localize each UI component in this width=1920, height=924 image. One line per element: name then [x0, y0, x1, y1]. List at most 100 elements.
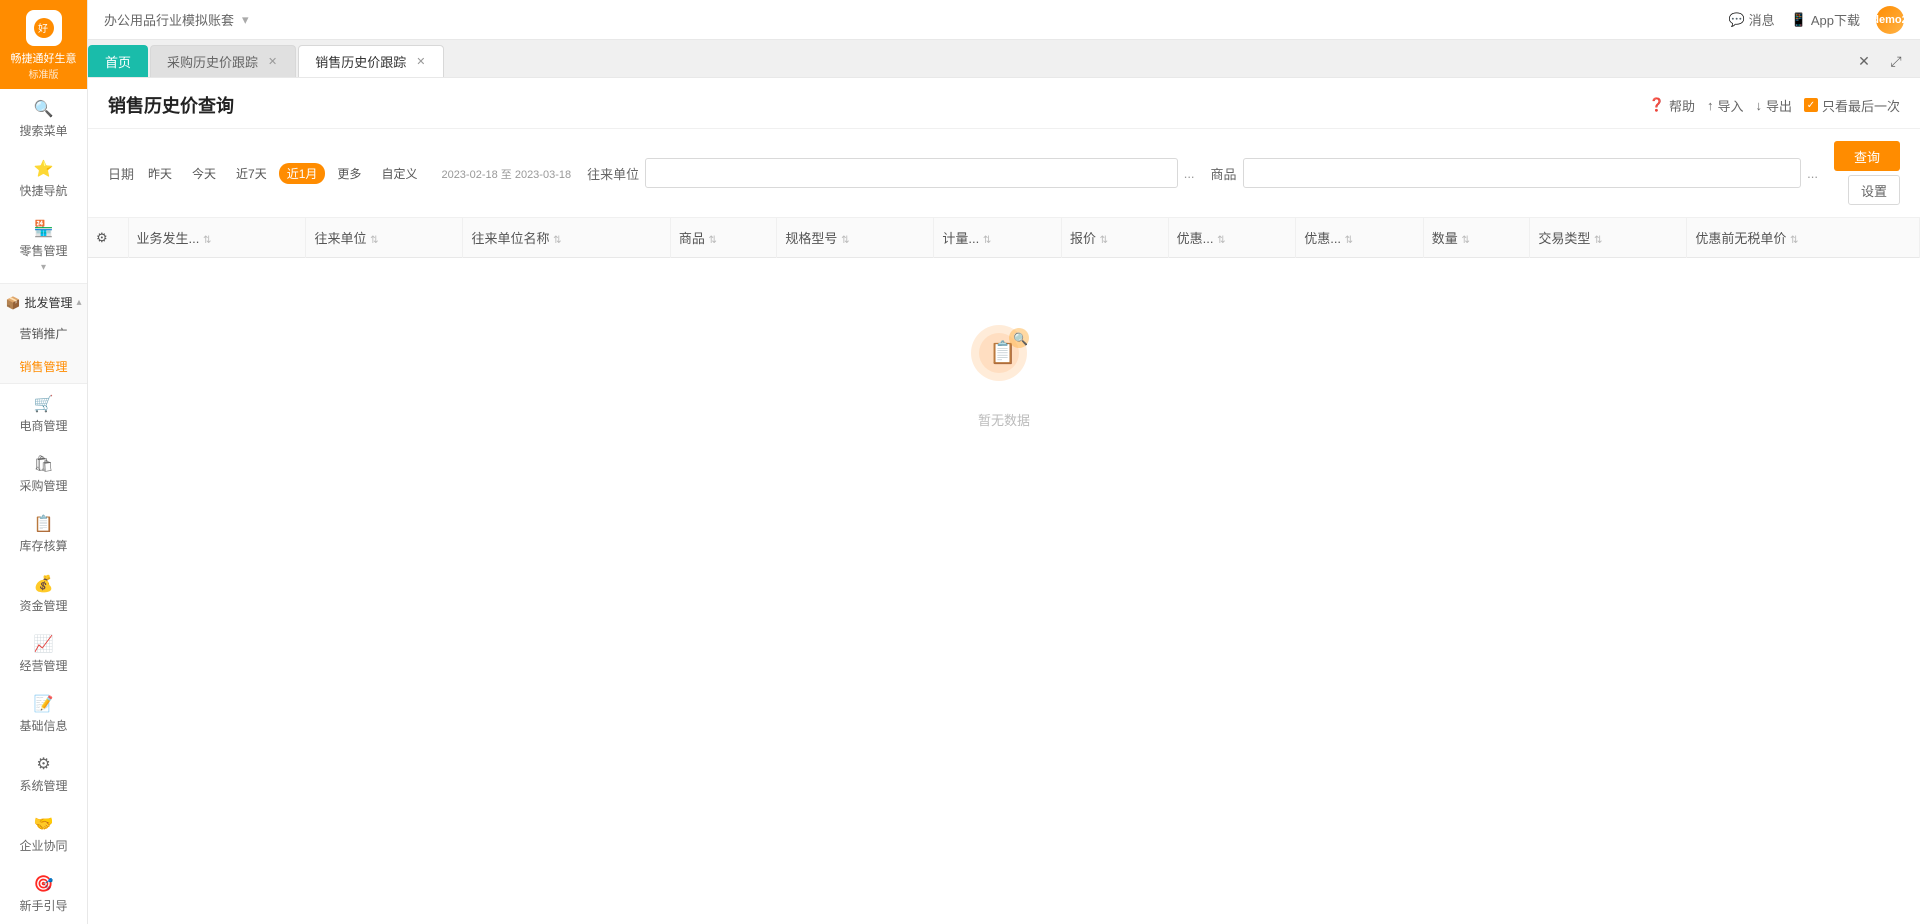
sidebar-item-label: 新手引导 [19, 897, 67, 914]
tab-bar: 首页 采购历史价跟踪 ✕ 销售历史价跟踪 ✕ ✕ ⤢ [88, 40, 1920, 78]
sidebar-item-label: 采购管理 [19, 477, 67, 494]
data-table: ⚙ 业务发生... ⇅ 往来单位 ⇅ 往来单位名称 ⇅ [88, 218, 1920, 258]
product-ellipsis[interactable]: ... [1807, 166, 1818, 181]
sort-qty[interactable]: ⇅ [1461, 235, 1469, 246]
workspace-dropdown-icon[interactable]: ▾ [242, 12, 249, 28]
sort-discount1[interactable]: ⇅ [1217, 235, 1225, 246]
tab-sales-label: 销售历史价跟踪 [315, 52, 406, 71]
sidebar-item-label: 企业协同 [19, 837, 67, 854]
sidebar-item-ecommerce[interactable]: 🛒 电商管理 [0, 384, 87, 444]
only-last-label: 只看最后一次 [1822, 96, 1900, 115]
only-last-checkbox[interactable]: ✓ 只看最后一次 [1804, 96, 1900, 115]
sidebar: 好 畅捷通好生意 标准版 🔍 搜索菜单 ⭐ 快捷导航 🏪 零售管理 ▾ 📦 批发… [0, 0, 88, 924]
date-pills: 昨天 今天 近7天 近1月 更多 自定义 [140, 163, 425, 184]
avatar[interactable]: demo2 [1876, 6, 1904, 34]
sidebar-item-basic[interactable]: 📝 基础信息 [0, 684, 87, 744]
tab-purchase-close[interactable]: ✕ [266, 53, 279, 70]
partner-label: 往来单位 [587, 164, 639, 183]
workspace-selector: 办公用品行业模拟账套 ▾ [104, 10, 249, 29]
sort-trade-type[interactable]: ⇅ [1594, 235, 1602, 246]
sidebar-item-shortcuts[interactable]: ⭐ 快捷导航 [0, 149, 87, 209]
product-input[interactable] [1243, 158, 1802, 188]
tab-home-label: 首页 [105, 52, 131, 71]
sidebar-item-wholesale[interactable]: 📦 批发管理 ▴ [0, 284, 87, 317]
app-download-label: App下载 [1811, 10, 1860, 29]
sidebar-item-label: 快捷导航 [19, 182, 67, 199]
col-biz-date: 业务发生... ⇅ [128, 218, 306, 258]
partner-input[interactable] [645, 158, 1178, 188]
sidebar-item-sales-mgmt[interactable]: 销售管理 [0, 350, 87, 383]
sort-biz-date[interactable]: ⇅ [203, 235, 211, 246]
sort-pre-tax[interactable]: ⇅ [1790, 235, 1798, 246]
tab-sales-close[interactable]: ✕ [414, 53, 427, 70]
export-btn[interactable]: ↓ 导出 [1755, 96, 1792, 115]
help-label: 帮助 [1669, 96, 1695, 115]
sidebar-item-enterprise[interactable]: 🤝 企业协同 [0, 804, 87, 864]
col-pre-tax-label: 优惠前无税单价 [1695, 231, 1786, 246]
partner-filter-group: 往来单位 ... [587, 158, 1194, 188]
top-header: 办公用品行业模拟账套 ▾ 💬 消息 📱 App下载 demo2 [88, 0, 1920, 40]
app-name: 畅捷通好生意 [11, 50, 77, 66]
tab-home[interactable]: 首页 [88, 45, 148, 77]
operations-icon: 📈 [34, 634, 54, 654]
date-month1[interactable]: 近1月 [279, 163, 326, 184]
sidebar-item-operations[interactable]: 📈 经营管理 [0, 624, 87, 684]
date-today[interactable]: 今天 [184, 163, 224, 184]
tab-sales[interactable]: 销售历史价跟踪 ✕ [298, 45, 444, 77]
empty-state: 📋 🔍 暂无数据 [88, 258, 1920, 489]
query-button[interactable]: 查询 [1834, 141, 1900, 171]
sidebar-item-label: 库存核算 [19, 537, 67, 554]
filter-bar: 日期 昨天 今天 近7天 近1月 更多 自定义 2023-02-18 至 202… [88, 129, 1920, 218]
date-more[interactable]: 更多 [329, 163, 369, 184]
date-last7[interactable]: 近7天 [228, 163, 275, 184]
inventory-icon: 📋 [34, 514, 54, 534]
sort-product[interactable]: ⇅ [708, 235, 716, 246]
col-pre-tax: 优惠前无税单价 ⇅ [1687, 218, 1920, 258]
sort-discount2[interactable]: ⇅ [1345, 235, 1353, 246]
tab-purchase[interactable]: 采购历史价跟踪 ✕ [150, 45, 296, 77]
sidebar-item-search[interactable]: 🔍 搜索菜单 [0, 89, 87, 149]
expand-window-btn[interactable]: ⤢ [1884, 49, 1908, 73]
star-icon: ⭐ [34, 159, 54, 179]
sort-unit[interactable]: ⇅ [983, 235, 991, 246]
sidebar-item-label: 系统管理 [19, 777, 67, 794]
date-custom[interactable]: 自定义 [373, 163, 425, 184]
col-discount2-label: 优惠... [1304, 231, 1341, 246]
partner-ellipsis[interactable]: ... [1184, 166, 1195, 181]
date-range-display: 2023-02-18 至 2023-03-18 [441, 164, 571, 182]
sidebar-item-system[interactable]: ⚙ 系统管理 [0, 744, 87, 804]
app-download-btn[interactable]: 📱 App下载 [1791, 10, 1860, 29]
sort-partner-code[interactable]: ⇅ [370, 235, 378, 246]
sidebar-item-marketing[interactable]: 营销推广 [0, 317, 87, 350]
box-icon: 📦 [6, 296, 21, 310]
sidebar-item-label: 电商管理 [19, 417, 67, 434]
user-name: demo2 [1872, 14, 1907, 26]
col-qty-label: 数量 [1432, 231, 1458, 246]
col-biz-date-label: 业务发生... [137, 231, 200, 246]
workspace-name[interactable]: 办公用品行业模拟账套 [104, 10, 234, 29]
help-btn[interactable]: ❓ 帮助 [1649, 96, 1695, 115]
col-spec: 规格型号 ⇅ [777, 218, 934, 258]
import-btn[interactable]: ↑ 导入 [1707, 96, 1744, 115]
col-quote-label: 报价 [1070, 231, 1096, 246]
app-logo: 好 畅捷通好生意 标准版 [0, 0, 87, 89]
message-btn[interactable]: 💬 消息 [1728, 10, 1774, 29]
settings-button[interactable]: 设置 [1848, 175, 1900, 205]
logo-icon: 好 [26, 10, 62, 46]
close-window-btn[interactable]: ✕ [1852, 49, 1876, 73]
date-yesterday[interactable]: 昨天 [140, 163, 180, 184]
empty-illustration: 📋 🔍 [964, 318, 1044, 398]
import-icon: ↑ [1707, 98, 1714, 113]
download-icon: 📱 [1791, 12, 1807, 28]
main-content: 办公用品行业模拟账套 ▾ 💬 消息 📱 App下载 demo2 首页 采购历史价… [88, 0, 1920, 924]
sidebar-item-purchase[interactable]: 🛍 采购管理 [0, 444, 87, 504]
sort-partner-name[interactable]: ⇅ [553, 235, 561, 246]
sort-spec[interactable]: ⇅ [841, 235, 849, 246]
empty-text: 暂无数据 [978, 410, 1030, 429]
sidebar-item-finance[interactable]: 💰 资金管理 [0, 564, 87, 624]
gear-icon[interactable]: ⚙ [96, 230, 108, 245]
sort-quote[interactable]: ⇅ [1100, 235, 1108, 246]
sidebar-item-inventory[interactable]: 📋 库存核算 [0, 504, 87, 564]
sidebar-item-guide[interactable]: 🎯 新手引导 [0, 864, 87, 924]
sidebar-item-retail[interactable]: 🏪 零售管理 ▾ [0, 209, 87, 283]
